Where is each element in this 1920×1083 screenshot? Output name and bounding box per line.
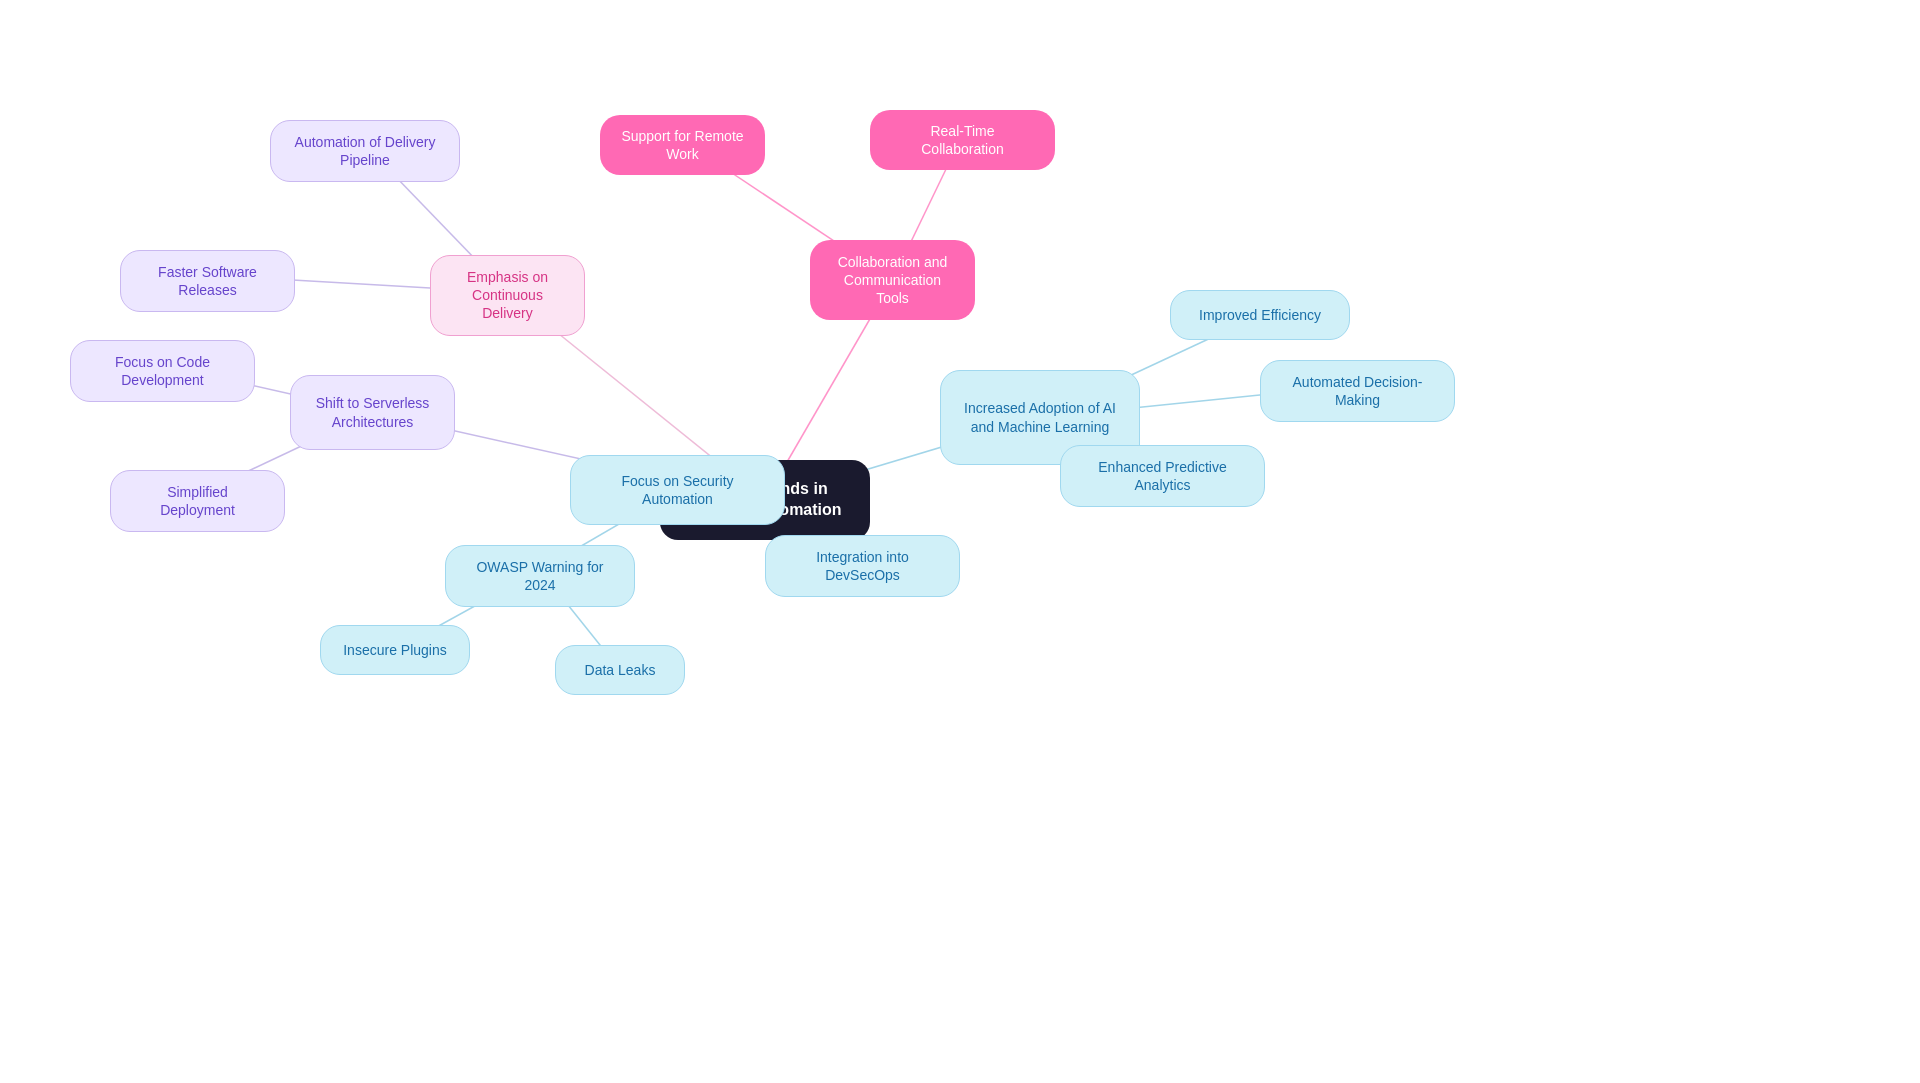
node-faster-releases: Faster Software Releases xyxy=(120,250,295,312)
node-insecure: Insecure Plugins xyxy=(320,625,470,675)
node-support-remote: Support for Remote Work xyxy=(600,115,765,175)
node-simplified: Simplified Deployment xyxy=(110,470,285,532)
node-collab-tools: Collaboration and Communication Tools xyxy=(810,240,975,320)
node-realtime-collab: Real-Time Collaboration xyxy=(870,110,1055,170)
node-predictive: Enhanced Predictive Analytics xyxy=(1060,445,1265,507)
node-focus-code: Focus on Code Development xyxy=(70,340,255,402)
node-automation-pipeline: Automation of Delivery Pipeline xyxy=(270,120,460,182)
node-owasp: OWASP Warning for 2024 xyxy=(445,545,635,607)
node-integration-devsecops: Integration into DevSecOps xyxy=(765,535,960,597)
node-data-leaks: Data Leaks xyxy=(555,645,685,695)
mindmap-container: Future Trends in DevOps Automation Empha… xyxy=(0,0,1920,1083)
node-serverless: Shift to Serverless Architectures xyxy=(290,375,455,450)
node-security-auto: Focus on Security Automation xyxy=(570,455,785,525)
node-improved-eff: Improved Efficiency xyxy=(1170,290,1350,340)
node-emphasis: Emphasis on Continuous Delivery xyxy=(430,255,585,336)
node-auto-decision: Automated Decision-Making xyxy=(1260,360,1455,422)
